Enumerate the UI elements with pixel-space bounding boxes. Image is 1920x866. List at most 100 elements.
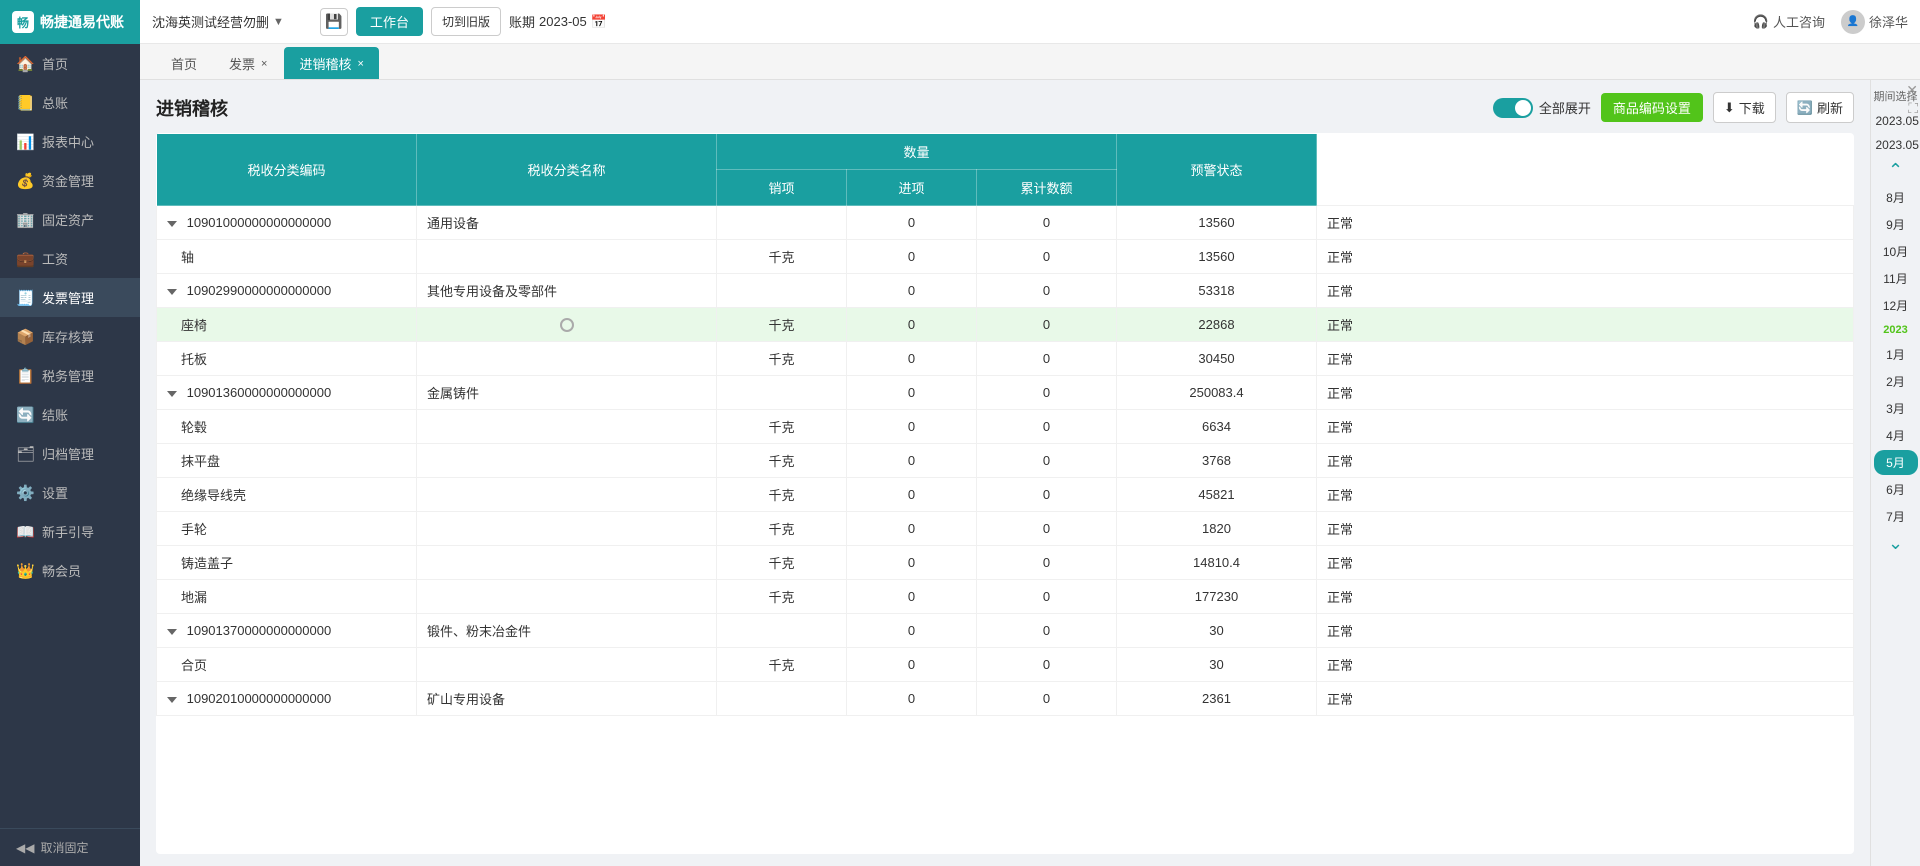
expand-icon[interactable] — [167, 391, 177, 397]
sidebar-item-settings[interactable]: ⚙️ 设置 — [0, 473, 140, 512]
period-item-2023-05-b[interactable]: 2023.05 — [1874, 134, 1918, 156]
table-row-total: 13560 — [1117, 206, 1317, 240]
sidebar-item-archive[interactable]: 🗂 归档管理 — [0, 434, 140, 473]
salary-icon: 💼 — [16, 250, 34, 268]
sidebar-item-label: 报表中心 — [42, 132, 94, 151]
assets-icon: 🏢 — [16, 211, 34, 229]
sidebar-item-inventory[interactable]: 📦 库存核算 — [0, 317, 140, 356]
logo-text: 畅捷通易代账 — [40, 12, 124, 32]
table-row-total: 53318 — [1117, 274, 1317, 308]
tab-invoice[interactable]: 发票 × — [214, 47, 282, 79]
search-icon[interactable] — [560, 318, 574, 332]
tab-reconcile-close[interactable]: × — [357, 58, 363, 70]
expand-panel-button[interactable]: ⛶ — [1908, 100, 1918, 117]
sidebar-item-reports[interactable]: 📊 报表中心 — [0, 122, 140, 161]
period-up-button[interactable]: ⌃ — [1886, 158, 1905, 183]
old-version-button[interactable]: 切到旧版 — [431, 7, 501, 36]
sidebar-item-member[interactable]: 👑 畅会员 — [0, 551, 140, 590]
pin-icon: ◀◀ — [16, 841, 34, 855]
company-chevron-icon: ▼ — [273, 16, 284, 28]
expand-toggle-label: 全部展开 — [1539, 98, 1591, 117]
table-row-name: 通用设备 — [417, 206, 717, 240]
page-title: 进销稽核 — [156, 95, 228, 121]
table-row-status: 正常 — [1317, 682, 1854, 716]
period-item-3[interactable]: 3月 — [1874, 396, 1918, 421]
sidebar-item-home[interactable]: 🏠 首页 — [0, 44, 140, 83]
expand-icon[interactable] — [167, 629, 177, 635]
period-item-10[interactable]: 10月 — [1874, 239, 1918, 264]
table-row-sales: 0 — [847, 546, 977, 580]
table-row-sales: 0 — [847, 614, 977, 648]
sidebar-item-assets[interactable]: 🏢 固定资产 — [0, 200, 140, 239]
sidebar-item-tax[interactable]: 📋 税务管理 — [0, 356, 140, 395]
period-down-button[interactable]: ⌄ — [1886, 531, 1905, 556]
tab-home-label: 首页 — [171, 54, 197, 73]
page: 进销稽核 全部展开 商品编码设置 ⬇ 下载 🔄 刷新 — [140, 80, 1870, 866]
refresh-icon: 🔄 — [1797, 100, 1813, 116]
table-row-total: 30 — [1117, 648, 1317, 682]
sidebar-item-guide[interactable]: 📖 新手引导 — [0, 512, 140, 551]
period-item-6[interactable]: 6月 — [1874, 477, 1918, 502]
help-button[interactable]: 🎧 人工咨询 — [1753, 12, 1825, 31]
period-display: 账期 2023-05 📅 — [509, 12, 607, 31]
sidebar-item-invoice[interactable]: 🧾 发票管理 — [0, 278, 140, 317]
period-item-11[interactable]: 11月 — [1874, 266, 1918, 291]
table-row-search — [417, 240, 717, 274]
settings-icon: ⚙️ — [16, 484, 34, 502]
table-row-name: 铸造盖子 — [157, 546, 417, 580]
tab-invoice-close[interactable]: × — [261, 58, 267, 70]
company-selector[interactable]: 沈海英测试经营勿删 ▼ — [152, 12, 312, 31]
table-row-status: 正常 — [1317, 648, 1854, 682]
expand-icon[interactable] — [167, 221, 177, 227]
table-row-unit: 千克 — [717, 444, 847, 478]
main-area: 沈海英测试经营勿删 ▼ 💾 工作台 切到旧版 账期 2023-05 📅 🎧 人工… — [140, 0, 1920, 866]
topbar: 沈海英测试经营勿删 ▼ 💾 工作台 切到旧版 账期 2023-05 📅 🎧 人工… — [140, 0, 1920, 44]
sidebar-unpin[interactable]: ◀◀ 取消固定 — [0, 828, 140, 866]
table-row-sales: 0 — [847, 580, 977, 614]
period-item-5[interactable]: 5月 — [1874, 450, 1918, 475]
reports-icon: 📊 — [16, 133, 34, 151]
table-row-search — [417, 580, 717, 614]
company-name: 沈海英测试经营勿删 — [152, 12, 269, 31]
period-item-2[interactable]: 2月 — [1874, 369, 1918, 394]
calendar-icon[interactable]: 📅 — [591, 14, 607, 30]
sidebar: 畅 畅捷通易代账 🏠 首页 📒 总账 📊 报表中心 💰 资金管理 🏢 固定资产 … — [0, 0, 140, 866]
table-row-status: 正常 — [1317, 274, 1854, 308]
table-row-purchase: 0 — [977, 546, 1117, 580]
period-item-7[interactable]: 7月 — [1874, 504, 1918, 529]
period-item-1[interactable]: 1月 — [1874, 342, 1918, 367]
period-item-12[interactable]: 12月 — [1874, 293, 1918, 318]
avatar: 👤 — [1841, 10, 1865, 34]
close-panel-button[interactable]: ✕ — [1906, 82, 1918, 99]
workbench-button[interactable]: 工作台 — [356, 7, 423, 36]
download-button[interactable]: ⬇ 下载 — [1713, 92, 1776, 123]
table-row-total: 2361 — [1117, 682, 1317, 716]
sidebar-item-salary[interactable]: 💼 工资 — [0, 239, 140, 278]
tab-home[interactable]: 首页 — [156, 47, 212, 79]
period-item-8[interactable]: 8月 — [1874, 185, 1918, 210]
reconcile-table: 税收分类编码 税收分类名称 数量 预警状态 — [156, 133, 1854, 716]
expand-toggle[interactable] — [1493, 98, 1533, 118]
guide-icon: 📖 — [16, 523, 34, 541]
th-sales: 销项 — [717, 170, 847, 206]
table-row-code: 10902990000000000000 — [157, 274, 417, 308]
sidebar-item-ledger[interactable]: 📒 总账 — [0, 83, 140, 122]
tab-reconcile[interactable]: 进销稽核 × — [284, 47, 378, 79]
expand-icon[interactable] — [167, 697, 177, 703]
table-row-code: 10901000000000000000 — [157, 206, 417, 240]
expand-icon[interactable] — [167, 289, 177, 295]
user-menu[interactable]: 👤 徐泽华 — [1841, 10, 1908, 34]
refresh-label: 刷新 — [1817, 98, 1843, 117]
period-item-9[interactable]: 9月 — [1874, 212, 1918, 237]
sidebar-item-settle[interactable]: 🔄 结账 — [0, 395, 140, 434]
sidebar-item-funds[interactable]: 💰 资金管理 — [0, 161, 140, 200]
table-row-purchase: 0 — [977, 512, 1117, 546]
product-code-button[interactable]: 商品编码设置 — [1601, 93, 1703, 122]
refresh-button[interactable]: 🔄 刷新 — [1786, 92, 1854, 123]
period-item-4[interactable]: 4月 — [1874, 423, 1918, 448]
save-button[interactable]: 💾 — [320, 8, 348, 36]
table-row-search — [417, 648, 717, 682]
save-icon: 💾 — [325, 13, 342, 30]
period-value: 2023-05 — [539, 14, 587, 29]
table-row-name: 绝缘导线壳 — [157, 478, 417, 512]
